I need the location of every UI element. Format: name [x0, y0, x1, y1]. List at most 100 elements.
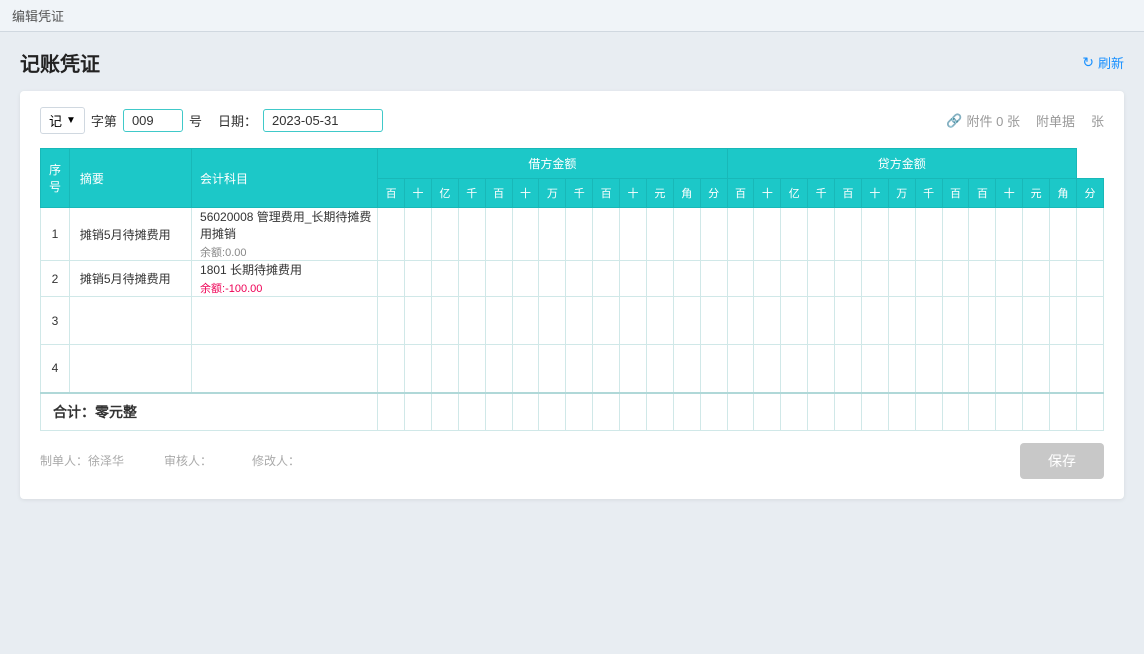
- row4-credit-d14[interactable]: [1076, 345, 1103, 393]
- row2-credit-d5[interactable]: [835, 261, 862, 297]
- row3-debit-d12[interactable]: [673, 297, 700, 345]
- row4-debit-d6[interactable]: [512, 345, 539, 393]
- attach-link[interactable]: 🔗 附件 0 张: [946, 111, 1020, 130]
- row2-debit-d11[interactable]: [646, 261, 673, 297]
- row3-credit-d6[interactable]: [861, 297, 888, 345]
- row1-credit-d14[interactable]: [1076, 208, 1103, 261]
- row2-debit-d10[interactable]: [620, 261, 647, 297]
- refresh-button[interactable]: ↻ 刷新: [1082, 53, 1124, 72]
- row4-credit-d10[interactable]: [969, 345, 996, 393]
- row1-credit-d6[interactable]: [861, 208, 888, 261]
- row3-credit-d12[interactable]: [1023, 297, 1050, 345]
- row3-debit-d7[interactable]: [539, 297, 566, 345]
- row1-credit-d2[interactable]: [754, 208, 781, 261]
- row1-credit-d9[interactable]: [942, 208, 969, 261]
- row2-debit-d6[interactable]: [512, 261, 539, 297]
- row1-credit-d10[interactable]: [969, 208, 996, 261]
- row1-debit-d13[interactable]: [700, 208, 727, 261]
- row3-subject[interactable]: [192, 297, 378, 345]
- row1-debit-d12[interactable]: [673, 208, 700, 261]
- row4-credit-d13[interactable]: [1050, 345, 1077, 393]
- row2-credit-d6[interactable]: [861, 261, 888, 297]
- row3-debit-d9[interactable]: [593, 297, 620, 345]
- row2-debit-d9[interactable]: [593, 261, 620, 297]
- row2-credit-d4[interactable]: [808, 261, 835, 297]
- date-input[interactable]: [263, 109, 383, 132]
- voucher-type-dropdown[interactable]: 记 ▼: [40, 107, 85, 134]
- row1-debit-d2[interactable]: [405, 208, 432, 261]
- save-button[interactable]: 保存: [1020, 443, 1104, 479]
- row1-credit-d1[interactable]: [727, 208, 754, 261]
- row4-debit-d9[interactable]: [593, 345, 620, 393]
- row4-debit-d10[interactable]: [620, 345, 647, 393]
- row2-debit-d4[interactable]: [458, 261, 485, 297]
- row1-debit-d3[interactable]: [431, 208, 458, 261]
- row1-credit-d12[interactable]: [1023, 208, 1050, 261]
- row2-debit-d8[interactable]: [566, 261, 593, 297]
- row1-credit-d11[interactable]: [996, 208, 1023, 261]
- row3-credit-d2[interactable]: [754, 297, 781, 345]
- row3-credit-d3[interactable]: [781, 297, 808, 345]
- row2-debit-d3[interactable]: [431, 261, 458, 297]
- row3-credit-d9[interactable]: [942, 297, 969, 345]
- row3-debit-d2[interactable]: [405, 297, 432, 345]
- row4-debit-d12[interactable]: [673, 345, 700, 393]
- row1-subject[interactable]: 56020008 管理费用_长期待摊费用摊销 余额:0.00: [192, 208, 378, 261]
- row3-credit-d1[interactable]: [727, 297, 754, 345]
- row1-debit-d1[interactable]: [378, 208, 405, 261]
- row1-debit-d7[interactable]: [539, 208, 566, 261]
- row1-debit-d6[interactable]: [512, 208, 539, 261]
- row3-credit-d7[interactable]: [888, 297, 915, 345]
- row4-debit-d8[interactable]: [566, 345, 593, 393]
- row1-debit-d9[interactable]: [593, 208, 620, 261]
- row4-credit-d9[interactable]: [942, 345, 969, 393]
- row3-debit-d4[interactable]: [458, 297, 485, 345]
- row4-credit-d7[interactable]: [888, 345, 915, 393]
- row3-credit-d5[interactable]: [835, 297, 862, 345]
- row2-debit-d1[interactable]: [378, 261, 405, 297]
- row3-debit-d3[interactable]: [431, 297, 458, 345]
- row3-debit-d10[interactable]: [620, 297, 647, 345]
- row4-credit-d4[interactable]: [808, 345, 835, 393]
- row3-debit-d6[interactable]: [512, 297, 539, 345]
- row1-credit-d5[interactable]: [835, 208, 862, 261]
- row3-credit-d13[interactable]: [1050, 297, 1077, 345]
- row4-credit-d5[interactable]: [835, 345, 862, 393]
- row2-credit-d14[interactable]: [1076, 261, 1103, 297]
- row2-credit-d7[interactable]: [888, 261, 915, 297]
- row3-credit-d4[interactable]: [808, 297, 835, 345]
- row4-debit-d13[interactable]: [700, 345, 727, 393]
- row4-debit-d1[interactable]: [378, 345, 405, 393]
- row2-credit-d2[interactable]: [754, 261, 781, 297]
- row2-subject[interactable]: 1801 长期待摊费用 余额:-100.00: [192, 261, 378, 297]
- row4-credit-d8[interactable]: [915, 345, 942, 393]
- row4-debit-d3[interactable]: [431, 345, 458, 393]
- row3-credit-d14[interactable]: [1076, 297, 1103, 345]
- row3-debit-d1[interactable]: [378, 297, 405, 345]
- row1-credit-d4[interactable]: [808, 208, 835, 261]
- row4-debit-d11[interactable]: [646, 345, 673, 393]
- row2-credit-d11[interactable]: [996, 261, 1023, 297]
- row2-credit-d1[interactable]: [727, 261, 754, 297]
- row1-credit-d7[interactable]: [888, 208, 915, 261]
- row3-summary[interactable]: [69, 297, 191, 345]
- row2-debit-d12[interactable]: [673, 261, 700, 297]
- row3-credit-d11[interactable]: [996, 297, 1023, 345]
- row4-debit-d2[interactable]: [405, 345, 432, 393]
- row3-credit-d8[interactable]: [915, 297, 942, 345]
- row3-debit-d8[interactable]: [566, 297, 593, 345]
- row2-debit-d7[interactable]: [539, 261, 566, 297]
- row2-credit-d13[interactable]: [1050, 261, 1077, 297]
- row1-summary[interactable]: 摊销5月待摊费用: [69, 208, 191, 261]
- row1-debit-d11[interactable]: [646, 208, 673, 261]
- row2-credit-d8[interactable]: [915, 261, 942, 297]
- row1-credit-d13[interactable]: [1050, 208, 1077, 261]
- row4-credit-d11[interactable]: [996, 345, 1023, 393]
- row1-credit-d3[interactable]: [781, 208, 808, 261]
- row2-debit-d2[interactable]: [405, 261, 432, 297]
- row4-debit-d4[interactable]: [458, 345, 485, 393]
- row1-debit-d4[interactable]: [458, 208, 485, 261]
- voucher-number-input[interactable]: [123, 109, 183, 132]
- row4-credit-d2[interactable]: [754, 345, 781, 393]
- row4-credit-d3[interactable]: [781, 345, 808, 393]
